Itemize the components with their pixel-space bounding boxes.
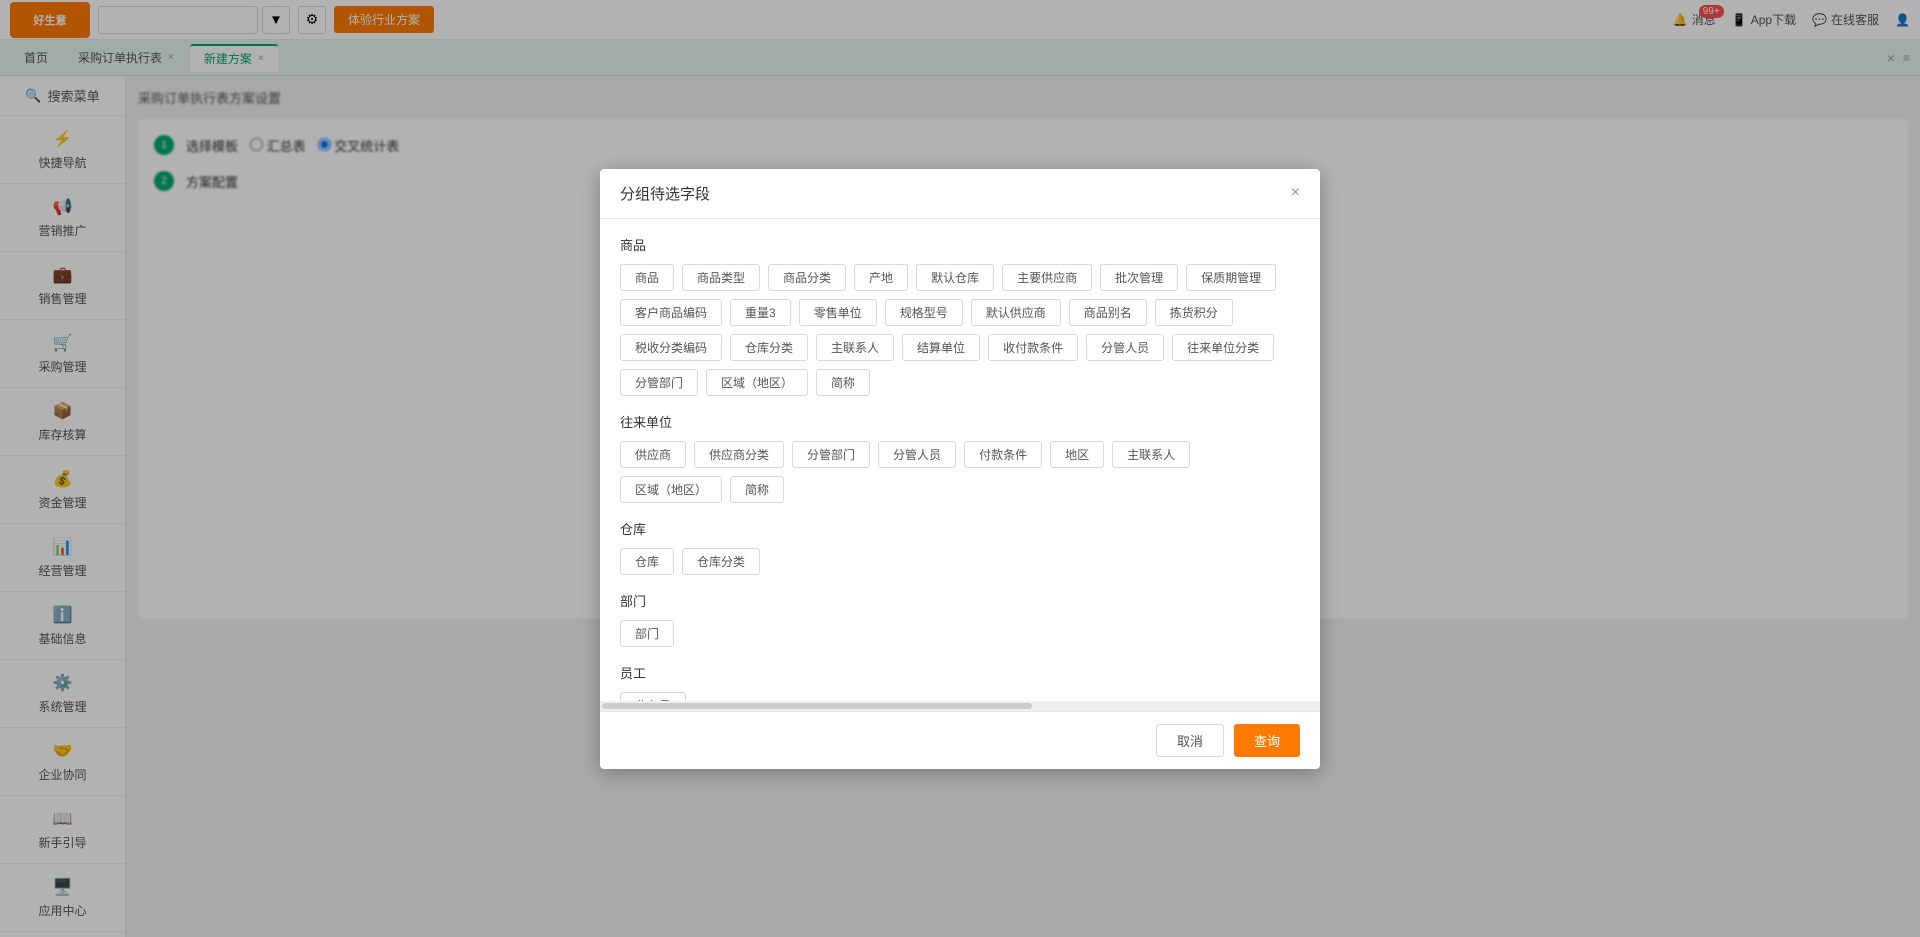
field-tag-payment-terms-partner[interactable]: 付款条件	[964, 441, 1042, 468]
field-tag-supervisor[interactable]: 分管人员	[1086, 334, 1164, 361]
field-tag-region-goods[interactable]: 区域（地区）	[706, 369, 808, 396]
field-tag-main-contact-partner[interactable]: 主联系人	[1112, 441, 1190, 468]
field-tag-tax-code[interactable]: 税收分类编码	[620, 334, 722, 361]
field-tag-retail-unit[interactable]: 零售单位	[799, 299, 877, 326]
section-employee-title: 员工	[620, 663, 1300, 682]
field-tag-dept-mgmt[interactable]: 分管部门	[620, 369, 698, 396]
section-partner: 往来单位 供应商 供应商分类 分管部门 分管人员 付款条件 地区 主联系人 区域…	[620, 412, 1300, 503]
field-tag-main-contact[interactable]: 主联系人	[816, 334, 894, 361]
section-employee-fields: 业务员	[620, 692, 1300, 701]
field-tag-area-region[interactable]: 区域（地区）	[620, 476, 722, 503]
field-tag-settlement-unit[interactable]: 结算单位	[902, 334, 980, 361]
field-tag-customer-goods-code[interactable]: 客户商品编码	[620, 299, 722, 326]
modal-close-button[interactable]: ×	[1291, 185, 1300, 201]
field-tag-goods-type[interactable]: 商品类型	[682, 264, 760, 291]
modal-horizontal-scrollbar[interactable]	[600, 701, 1320, 711]
section-warehouse: 仓库 仓库 仓库分类	[620, 519, 1300, 575]
field-tag-region-partner[interactable]: 地区	[1050, 441, 1104, 468]
field-select-modal: 分组待选字段 × 商品 商品 商品类型 商品分类 产地 默认仓库 主要供应商 批…	[600, 169, 1320, 769]
field-tag-warehouse-cat[interactable]: 仓库分类	[682, 548, 760, 575]
field-tag-default-warehouse[interactable]: 默认仓库	[916, 264, 994, 291]
field-tag-main-supplier[interactable]: 主要供应商	[1002, 264, 1092, 291]
field-tag-pick-points[interactable]: 拣货积分	[1155, 299, 1233, 326]
field-tag-weight3[interactable]: 重量3	[730, 299, 791, 326]
section-goods-title: 商品	[620, 235, 1300, 254]
field-tag-supervisor-partner[interactable]: 分管人员	[878, 441, 956, 468]
field-tag-payment-terms[interactable]: 收付款条件	[988, 334, 1078, 361]
field-tag-default-supplier[interactable]: 默认供应商	[971, 299, 1061, 326]
section-warehouse-title: 仓库	[620, 519, 1300, 538]
field-tag-spec-model[interactable]: 规格型号	[885, 299, 963, 326]
field-tag-batch-mgmt[interactable]: 批次管理	[1100, 264, 1178, 291]
field-tag-salesperson[interactable]: 业务员	[620, 692, 686, 701]
field-tag-supplier-category[interactable]: 供应商分类	[694, 441, 784, 468]
field-tag-short-name-partner[interactable]: 简称	[730, 476, 784, 503]
section-department-fields: 部门	[620, 620, 1300, 647]
field-tag-shelf-life[interactable]: 保质期管理	[1186, 264, 1276, 291]
cancel-button[interactable]: 取消	[1156, 724, 1224, 757]
field-tag-goods[interactable]: 商品	[620, 264, 674, 291]
field-tag-short-name-goods[interactable]: 简称	[816, 369, 870, 396]
section-warehouse-fields: 仓库 仓库分类	[620, 548, 1300, 575]
confirm-button[interactable]: 查询	[1234, 724, 1300, 757]
section-partner-fields: 供应商 供应商分类 分管部门 分管人员 付款条件 地区 主联系人 区域（地区） …	[620, 441, 1300, 503]
section-department-title: 部门	[620, 591, 1300, 610]
field-tag-department[interactable]: 部门	[620, 620, 674, 647]
section-employee: 员工 业务员	[620, 663, 1300, 701]
field-tag-warehouse-category[interactable]: 仓库分类	[730, 334, 808, 361]
section-goods: 商品 商品 商品类型 商品分类 产地 默认仓库 主要供应商 批次管理 保质期管理…	[620, 235, 1300, 396]
section-department: 部门 部门	[620, 591, 1300, 647]
scrollbar-thumb	[602, 703, 1032, 709]
field-tag-warehouse[interactable]: 仓库	[620, 548, 674, 575]
field-tag-dept-partner[interactable]: 分管部门	[792, 441, 870, 468]
modal-header: 分组待选字段 ×	[600, 169, 1320, 219]
field-tag-origin[interactable]: 产地	[854, 264, 908, 291]
modal-overlay: 分组待选字段 × 商品 商品 商品类型 商品分类 产地 默认仓库 主要供应商 批…	[0, 0, 1920, 937]
modal-footer: 取消 查询	[600, 711, 1320, 769]
modal-body: 商品 商品 商品类型 商品分类 产地 默认仓库 主要供应商 批次管理 保质期管理…	[600, 219, 1320, 701]
field-tag-goods-category[interactable]: 商品分类	[768, 264, 846, 291]
section-goods-fields: 商品 商品类型 商品分类 产地 默认仓库 主要供应商 批次管理 保质期管理 客户…	[620, 264, 1300, 396]
modal-title: 分组待选字段	[620, 183, 710, 204]
field-tag-partner-category[interactable]: 往来单位分类	[1172, 334, 1274, 361]
section-partner-title: 往来单位	[620, 412, 1300, 431]
field-tag-supplier[interactable]: 供应商	[620, 441, 686, 468]
field-tag-goods-alias[interactable]: 商品别名	[1069, 299, 1147, 326]
